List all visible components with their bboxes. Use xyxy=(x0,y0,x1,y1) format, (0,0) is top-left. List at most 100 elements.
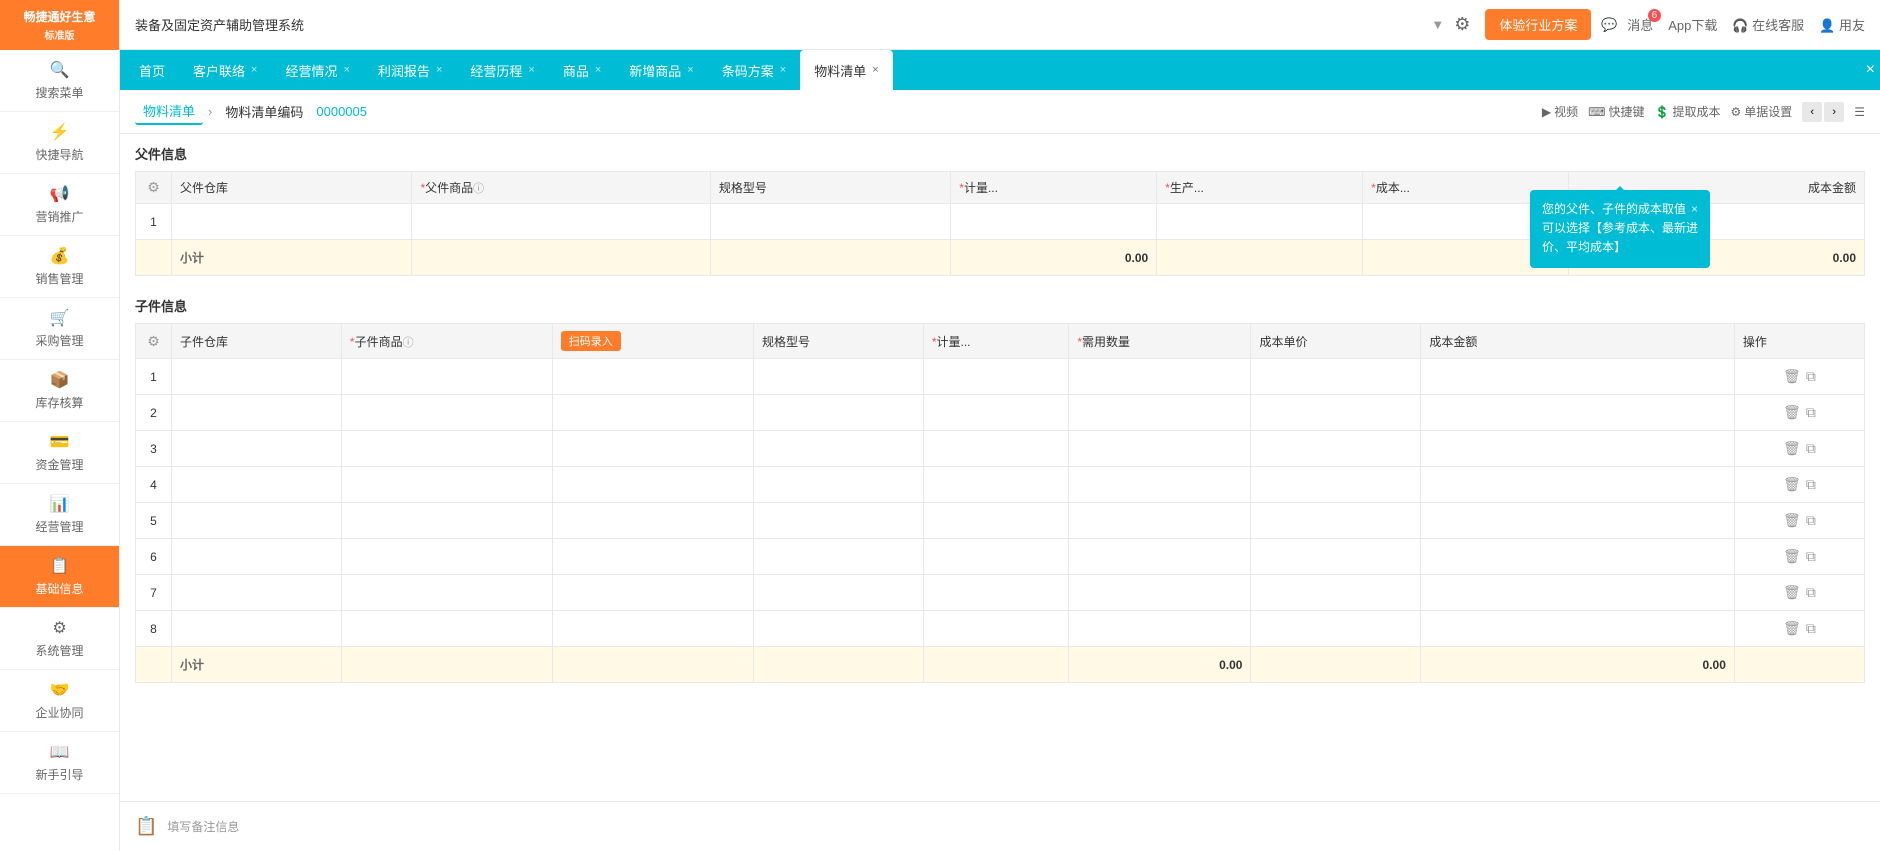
close-tab-add-goods[interactable]: × xyxy=(687,64,693,76)
delete-row-btn-2[interactable]: 🗑 xyxy=(1783,404,1801,421)
sidebar-item-system[interactable]: ⚙ 系统管理 xyxy=(0,608,119,670)
child-warehouse-cell-7[interactable] xyxy=(172,575,342,611)
child-warehouse-cell-1[interactable] xyxy=(172,359,342,395)
child-col-settings-icon[interactable]: ⚙ xyxy=(147,333,160,349)
note-label[interactable]: 填写备注信息 xyxy=(167,818,239,835)
child-price-cell-3[interactable] xyxy=(1251,431,1421,467)
copy-row-btn-4[interactable]: ⧉ xyxy=(1806,476,1816,493)
child-scan-cell-8[interactable] xyxy=(552,611,753,647)
child-unit-cell-5[interactable] xyxy=(923,503,1069,539)
child-scan-cell-7[interactable] xyxy=(552,575,753,611)
tab-operations[interactable]: 经营情况 × xyxy=(271,50,363,90)
user-menu[interactable]: 👤 用友 xyxy=(1819,15,1865,34)
copy-row-btn-7[interactable]: ⧉ xyxy=(1806,584,1816,601)
tooltip-close-btn[interactable]: × xyxy=(1691,200,1698,219)
child-unit-cell-7[interactable] xyxy=(923,575,1069,611)
parent-goods-cell[interactable] xyxy=(412,204,710,240)
child-unit-cell-2[interactable] xyxy=(923,395,1069,431)
close-all-tabs[interactable]: × xyxy=(1866,61,1875,79)
delete-row-btn-7[interactable]: 🗑 xyxy=(1783,584,1801,601)
parent-produce-cell[interactable] xyxy=(1157,204,1363,240)
child-spec-cell-5[interactable] xyxy=(753,503,923,539)
child-price-cell-1[interactable] xyxy=(1251,359,1421,395)
child-goods-cell-2[interactable] xyxy=(341,395,552,431)
prev-record-btn[interactable]: ‹ xyxy=(1802,102,1822,122)
child-warehouse-cell-6[interactable] xyxy=(172,539,342,575)
copy-row-btn-8[interactable]: ⧉ xyxy=(1806,620,1816,637)
child-price-cell-7[interactable] xyxy=(1251,575,1421,611)
video-btn[interactable]: ▶ 视频 xyxy=(1542,103,1578,120)
tab-add-goods[interactable]: 新增商品 × xyxy=(615,50,707,90)
child-spec-cell-3[interactable] xyxy=(753,431,923,467)
brand-logo[interactable]: 畅捷通好生意 标准版 xyxy=(0,0,119,50)
parent-unit-cell[interactable] xyxy=(951,204,1157,240)
close-tab-profit[interactable]: × xyxy=(436,64,442,76)
child-price-cell-4[interactable] xyxy=(1251,467,1421,503)
app-download-btn[interactable]: App下载 xyxy=(1668,15,1717,34)
sidebar-item-marketing[interactable]: 📢 营销推广 xyxy=(0,174,119,236)
child-unit-cell-6[interactable] xyxy=(923,539,1069,575)
child-goods-cell-6[interactable] xyxy=(341,539,552,575)
close-tab-barcode[interactable]: × xyxy=(780,64,786,76)
sidebar-item-inventory[interactable]: 📦 库存核算 xyxy=(0,360,119,422)
child-amount-cell-4[interactable] xyxy=(1421,467,1735,503)
note-icon[interactable]: 📋 xyxy=(135,816,157,837)
message-btn[interactable]: 💬 6 消息 xyxy=(1601,15,1653,34)
delete-row-btn-6[interactable]: 🗑 xyxy=(1783,548,1801,565)
child-unit-cell-1[interactable] xyxy=(923,359,1069,395)
child-price-cell-6[interactable] xyxy=(1251,539,1421,575)
child-qty-cell-7[interactable] xyxy=(1069,575,1251,611)
sidebar-item-operations[interactable]: 📊 经营管理 xyxy=(0,484,119,546)
close-tab-operations[interactable]: × xyxy=(343,64,349,76)
tab-goods[interactable]: 商品 × xyxy=(549,50,615,90)
close-tab-customer[interactable]: × xyxy=(251,64,257,76)
copy-row-btn-3[interactable]: ⧉ xyxy=(1806,440,1816,457)
child-amount-cell-1[interactable] xyxy=(1421,359,1735,395)
child-warehouse-cell-5[interactable] xyxy=(172,503,342,539)
child-amount-cell-5[interactable] xyxy=(1421,503,1735,539)
child-qty-cell-1[interactable] xyxy=(1069,359,1251,395)
copy-row-btn-6[interactable]: ⧉ xyxy=(1806,548,1816,565)
sidebar-item-search[interactable]: 🔍 搜索菜单 xyxy=(0,50,119,112)
sidebar-item-purchase[interactable]: 🛒 采购管理 xyxy=(0,298,119,360)
sidebar-item-quicknav[interactable]: ⚡ 快捷导航 xyxy=(0,112,119,174)
child-warehouse-cell-2[interactable] xyxy=(172,395,342,431)
delete-row-btn-4[interactable]: 🗑 xyxy=(1783,476,1801,493)
child-price-cell-2[interactable] xyxy=(1251,395,1421,431)
child-unit-cell-8[interactable] xyxy=(923,611,1069,647)
trial-btn[interactable]: 体验行业方案 xyxy=(1485,9,1591,40)
sidebar-item-sales[interactable]: 💰 销售管理 xyxy=(0,236,119,298)
sidebar-item-guide[interactable]: 📖 新手引导 xyxy=(0,732,119,794)
copy-row-btn-1[interactable]: ⧉ xyxy=(1806,368,1816,385)
child-goods-cell-7[interactable] xyxy=(341,575,552,611)
col-settings-icon[interactable]: ⚙ xyxy=(147,179,160,195)
tab-customer[interactable]: 客户联络 × xyxy=(179,50,271,90)
shortcut-btn[interactable]: ⌨ 快捷键 xyxy=(1588,103,1644,120)
child-goods-cell-8[interactable] xyxy=(341,611,552,647)
sidebar-item-basic-info[interactable]: 📋 基础信息 xyxy=(0,546,119,608)
child-scan-cell-6[interactable] xyxy=(552,539,753,575)
child-goods-cell-5[interactable] xyxy=(341,503,552,539)
child-scan-cell-3[interactable] xyxy=(552,431,753,467)
child-unit-cell-3[interactable] xyxy=(923,431,1069,467)
child-amount-cell-3[interactable] xyxy=(1421,431,1735,467)
tab-bom[interactable]: 物料清单 × xyxy=(800,50,892,90)
tab-barcode[interactable]: 条码方案 × xyxy=(708,50,800,90)
child-amount-cell-8[interactable] xyxy=(1421,611,1735,647)
doc-settings-btn[interactable]: ⚙ 单据设置 xyxy=(1730,103,1792,120)
child-scan-cell-4[interactable] xyxy=(552,467,753,503)
tab-home[interactable]: 首页 xyxy=(125,50,179,90)
child-goods-cell-4[interactable] xyxy=(341,467,552,503)
child-spec-cell-8[interactable] xyxy=(753,611,923,647)
child-qty-cell-5[interactable] xyxy=(1069,503,1251,539)
child-scan-cell-1[interactable] xyxy=(552,359,753,395)
extract-cost-btn[interactable]: 💲 提取成本 xyxy=(1654,103,1720,120)
delete-row-btn-8[interactable]: 🗑 xyxy=(1783,620,1801,637)
sidebar-item-enterprise[interactable]: 🤝 企业协同 xyxy=(0,670,119,732)
dropdown-arrow-icon[interactable]: ▼ xyxy=(1431,17,1444,32)
next-record-btn[interactable]: › xyxy=(1824,102,1844,122)
subnav-bom-list[interactable]: 物料清单 xyxy=(135,98,203,125)
parent-warehouse-cell[interactable] xyxy=(172,204,412,240)
copy-row-btn-2[interactable]: ⧉ xyxy=(1806,404,1816,421)
parent-spec-cell[interactable] xyxy=(710,204,950,240)
